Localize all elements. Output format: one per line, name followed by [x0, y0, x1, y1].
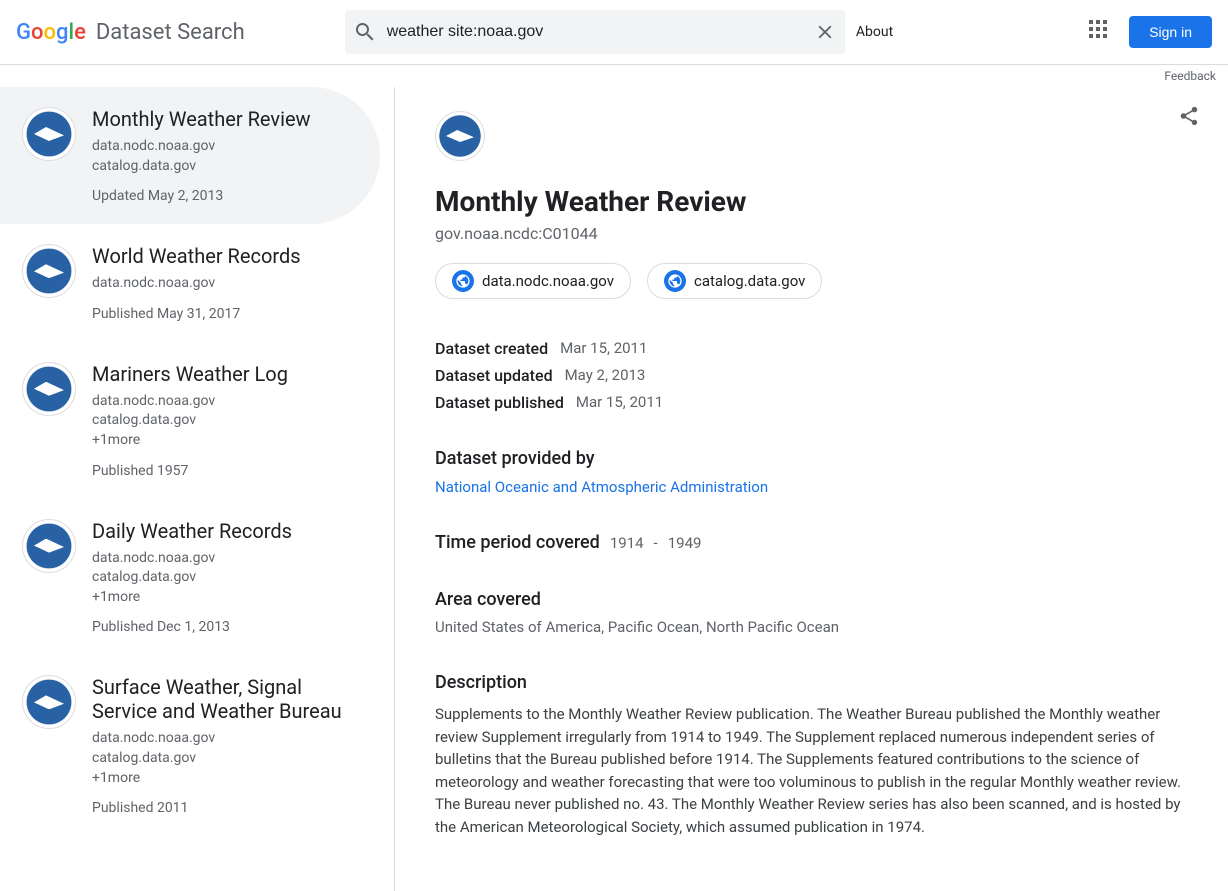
result-date: Published May 31, 2017	[92, 306, 372, 322]
result-source: +1more	[92, 588, 372, 608]
meta-label: Dataset published	[435, 393, 564, 412]
section-title: Time period covered	[435, 532, 600, 553]
result-body: World Weather Records data.nodc.noaa.gov…	[92, 244, 372, 322]
source-pill[interactable]: data.nodc.noaa.gov	[435, 263, 631, 299]
signin-button[interactable]: Sign in	[1129, 16, 1212, 48]
meta-published: Dataset published Mar 15, 2011	[435, 393, 1188, 412]
section-title: Area covered	[435, 589, 1188, 610]
result-source: +1more	[92, 769, 372, 789]
globe-icon	[452, 270, 474, 292]
meta-updated: Dataset updated May 2, 2013	[435, 366, 1188, 385]
header: Google Dataset Search About Sign in	[0, 0, 1228, 65]
result-body: Monthly Weather Review data.nodc.noaa.go…	[92, 107, 358, 204]
result-source: data.nodc.noaa.gov	[92, 137, 358, 157]
result-item[interactable]: World Weather Records data.nodc.noaa.gov…	[0, 224, 394, 342]
result-source: catalog.data.gov	[92, 411, 372, 431]
apps-button[interactable]	[1089, 20, 1113, 44]
area-section: Area covered United States of America, P…	[435, 589, 1188, 636]
meta-label: Dataset updated	[435, 366, 553, 385]
source-pill[interactable]: catalog.data.gov	[647, 263, 822, 299]
time-start: 1914	[610, 534, 644, 552]
pill-label: catalog.data.gov	[694, 272, 805, 290]
about-link[interactable]: About	[856, 24, 893, 40]
result-title: World Weather Records	[92, 244, 372, 268]
result-item[interactable]: Mariners Weather Log data.nodc.noaa.govc…	[0, 342, 394, 499]
result-icon	[22, 519, 76, 573]
apps-icon	[1089, 20, 1113, 38]
result-title: Daily Weather Records	[92, 519, 372, 543]
search-input[interactable]	[387, 23, 813, 41]
search-box[interactable]	[345, 10, 845, 54]
provider-link[interactable]: National Oceanic and Atmospheric Adminis…	[435, 478, 768, 496]
detail-id: gov.noaa.ncdc:C01044	[435, 224, 1188, 243]
result-source: data.nodc.noaa.gov	[92, 392, 372, 412]
noaa-logo-icon	[22, 107, 76, 161]
noaa-logo-icon	[22, 519, 76, 573]
result-source: data.nodc.noaa.gov	[92, 274, 372, 294]
main: Monthly Weather Review data.nodc.noaa.go…	[0, 87, 1228, 891]
noaa-logo-icon	[22, 362, 76, 416]
result-item[interactable]: Surface Weather, Signal Service and Weat…	[0, 655, 394, 836]
detail-panel: Monthly Weather Review gov.noaa.ncdc:C01…	[395, 87, 1228, 891]
result-body: Daily Weather Records data.nodc.noaa.gov…	[92, 519, 372, 636]
noaa-logo-icon	[22, 244, 76, 298]
source-pills: data.nodc.noaa.gov catalog.data.gov	[435, 263, 1188, 299]
feedback-link[interactable]: Feedback	[0, 65, 1228, 87]
results-sidebar[interactable]: Monthly Weather Review data.nodc.noaa.go…	[0, 87, 395, 891]
area-value: United States of America, Pacific Ocean,…	[435, 618, 1188, 636]
meta-created: Dataset created Mar 15, 2011	[435, 339, 1188, 358]
result-date: Published 2011	[92, 800, 372, 816]
time-sep: -	[654, 534, 658, 552]
result-item[interactable]: Daily Weather Records data.nodc.noaa.gov…	[0, 499, 394, 656]
result-date: Published Dec 1, 2013	[92, 619, 372, 635]
section-title: Description	[435, 672, 1188, 693]
result-icon	[22, 107, 76, 161]
pill-label: data.nodc.noaa.gov	[482, 272, 614, 290]
result-icon	[22, 362, 76, 416]
clear-button[interactable]	[813, 20, 837, 44]
result-icon	[22, 675, 76, 729]
result-icon	[22, 244, 76, 298]
section-title: Dataset provided by	[435, 448, 1188, 469]
logo[interactable]: Google Dataset Search	[16, 20, 245, 45]
detail-title: Monthly Weather Review	[435, 185, 1188, 218]
result-source: catalog.data.gov	[92, 749, 372, 769]
noaa-logo-icon	[22, 675, 76, 729]
meta-value: May 2, 2013	[565, 366, 646, 385]
result-source: catalog.data.gov	[92, 157, 358, 177]
description-text: Supplements to the Monthly Weather Revie…	[435, 703, 1188, 838]
header-right: About Sign in	[856, 16, 1212, 48]
result-title: Monthly Weather Review	[92, 107, 358, 131]
globe-icon	[664, 270, 686, 292]
result-body: Surface Weather, Signal Service and Weat…	[92, 675, 372, 816]
meta-label: Dataset created	[435, 339, 548, 358]
result-title: Mariners Weather Log	[92, 362, 372, 386]
close-icon	[814, 21, 836, 43]
result-source: catalog.data.gov	[92, 568, 372, 588]
result-body: Mariners Weather Log data.nodc.noaa.govc…	[92, 362, 372, 479]
result-date: Published 1957	[92, 463, 372, 479]
share-icon	[1178, 105, 1200, 127]
result-source: data.nodc.noaa.gov	[92, 729, 372, 749]
product-name: Dataset Search	[96, 20, 245, 45]
result-title: Surface Weather, Signal Service and Weat…	[92, 675, 372, 723]
time-end: 1949	[668, 534, 702, 552]
meta-value: Mar 15, 2011	[560, 339, 647, 358]
share-button[interactable]	[1178, 105, 1200, 131]
provider-section: Dataset provided by National Oceanic and…	[435, 448, 1188, 496]
description-section: Description Supplements to the Monthly W…	[435, 672, 1188, 838]
google-logo: Google	[16, 20, 86, 45]
result-date: Updated May 2, 2013	[92, 188, 358, 204]
meta-value: Mar 15, 2011	[576, 393, 663, 412]
detail-logo	[435, 111, 485, 161]
result-source: +1more	[92, 431, 372, 451]
result-source: data.nodc.noaa.gov	[92, 549, 372, 569]
search-icon	[353, 20, 377, 44]
time-section: Time period covered 1914 - 1949	[435, 532, 1188, 553]
result-item[interactable]: Monthly Weather Review data.nodc.noaa.go…	[0, 87, 380, 224]
